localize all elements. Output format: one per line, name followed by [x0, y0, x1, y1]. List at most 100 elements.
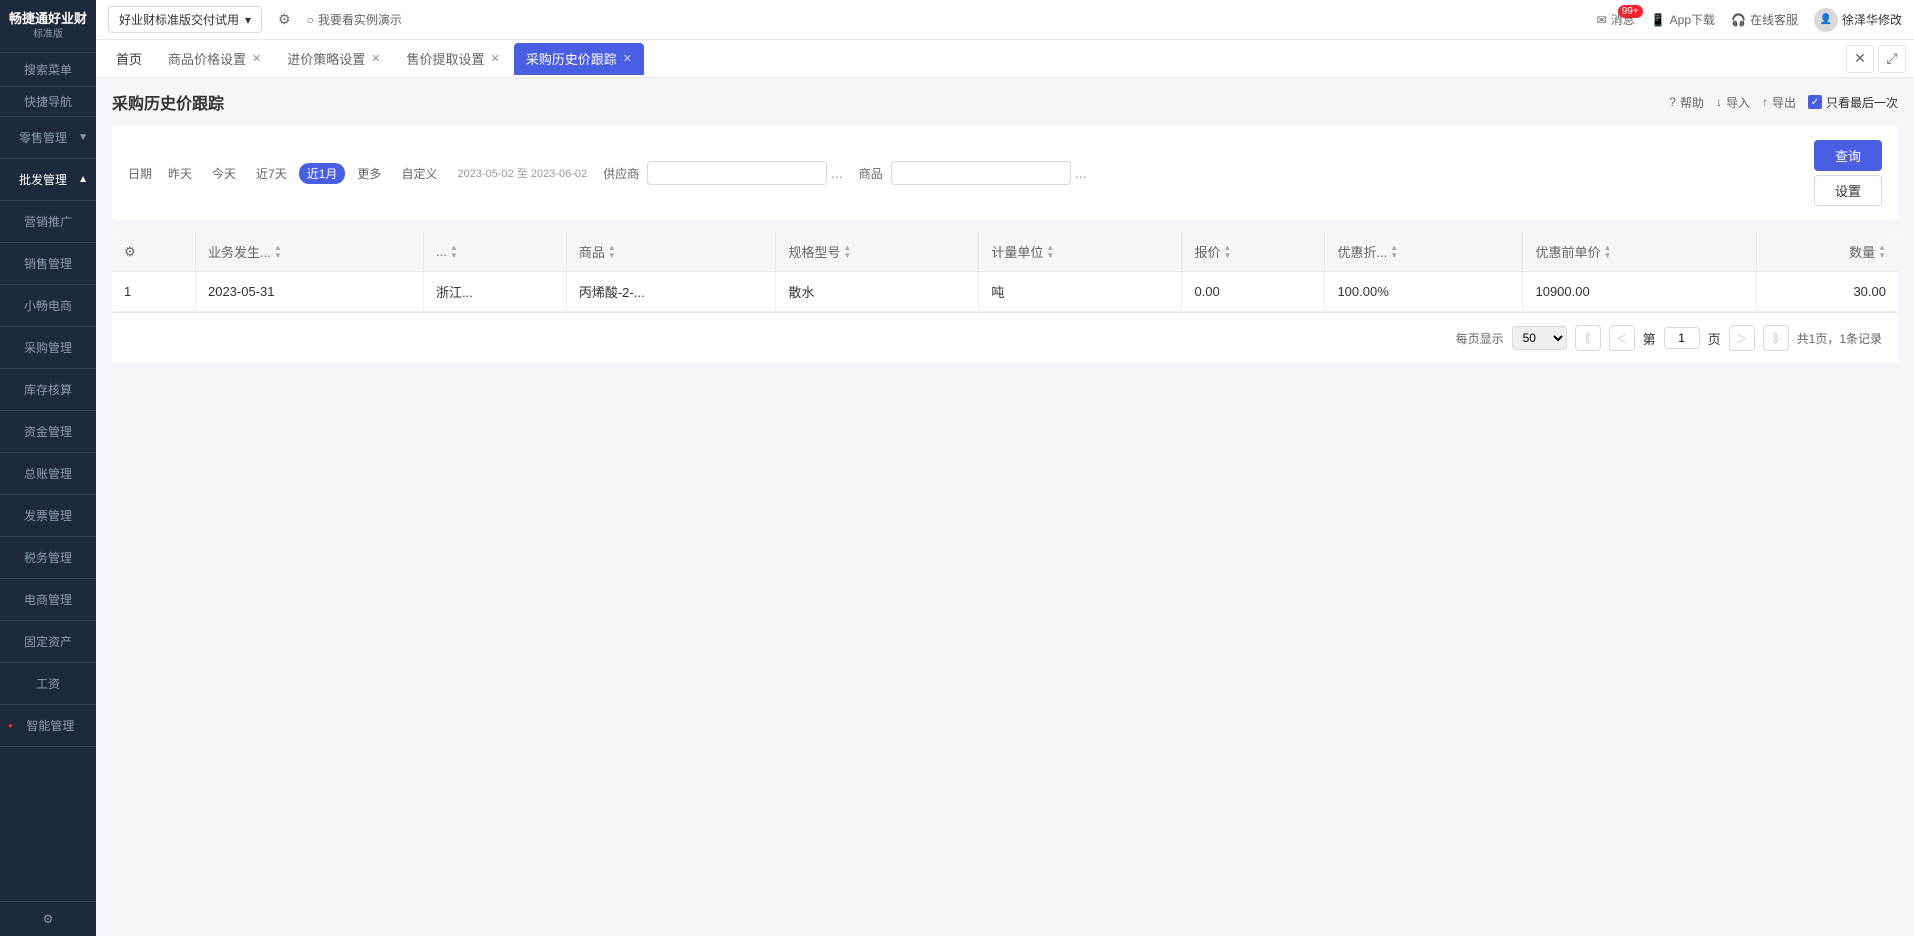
tab-close-icon[interactable]: ✕	[491, 52, 500, 65]
tab-close-icon[interactable]: ✕	[371, 52, 380, 65]
col-discount-sort[interactable]: 优惠折... ▲▼	[1337, 242, 1398, 261]
sort-arrows-icon: ▲▼	[450, 244, 458, 260]
product-dots[interactable]: ...	[1075, 165, 1087, 181]
message-btn[interactable]: ✉ 消息 99+	[1597, 11, 1635, 28]
col-date: 业务发生... ▲▼	[195, 232, 423, 272]
sidebar-item-finance[interactable]: 资金管理	[0, 411, 96, 453]
settings-btn[interactable]: 设置	[1814, 175, 1882, 206]
tab-home[interactable]: 首页	[104, 43, 154, 75]
sidebar-item-ledger[interactable]: 总账管理	[0, 453, 96, 495]
sidebar-item-tax[interactable]: 税务管理	[0, 537, 96, 579]
sort-arrows-icon: ▲▼	[274, 244, 282, 260]
page-label: 第	[1643, 329, 1656, 348]
sort-arrows-icon: ▲▼	[1046, 244, 1054, 260]
sidebar-item-retail[interactable]: 零售管理 ▼	[0, 117, 96, 159]
col-more-sort[interactable]: ... ▲▼	[436, 244, 458, 260]
sidebar-item-payroll[interactable]: 工资	[0, 663, 96, 705]
date-opt-1month[interactable]: 近1月	[299, 163, 346, 184]
user-info[interactable]: 👤 徐泽华修改	[1814, 8, 1902, 32]
tab-sale-price-extract-label: 售价提取设置	[406, 49, 484, 68]
sidebar-item-fixed-assets[interactable]: 固定资产	[0, 621, 96, 663]
page-last-btn[interactable]: ⟫	[1763, 325, 1789, 351]
demo-icon: ○	[307, 13, 314, 27]
sidebar-item-ecommerce-small[interactable]: 小畅电商	[0, 285, 96, 327]
tab-purchase-history-label: 采购历史价跟踪	[526, 49, 617, 68]
demo-button[interactable]: ○ 我要看实例演示	[307, 11, 402, 28]
supplier-dots[interactable]: ...	[831, 165, 843, 181]
date-filter-group: 日期 昨天 今天 近7天 近1月 更多 自定义 2023-05-02 至 202…	[128, 163, 587, 184]
supplier-input[interactable]	[647, 161, 827, 185]
user-name: 徐泽华修改	[1842, 11, 1902, 28]
only-last-checkbox[interactable]: ✓ 只看最后一次	[1808, 94, 1898, 111]
per-page-select[interactable]: 50 100 200	[1512, 326, 1567, 350]
version-selector[interactable]: 好业财标准版交付试用 ▾	[108, 6, 262, 33]
online-service-btn[interactable]: 🎧 在线客服	[1731, 11, 1798, 28]
close-tab-btn[interactable]: ✕	[1846, 45, 1874, 73]
date-opt-more[interactable]: 更多	[349, 163, 389, 184]
col-date-sort[interactable]: 业务发生... ▲▼	[208, 242, 282, 261]
cell-date: 2023-05-31	[195, 272, 423, 312]
tabs-bar: 首页 商品价格设置 ✕ 进价策略设置 ✕ 售价提取设置 ✕ 采购历史价跟踪 ✕ …	[96, 40, 1914, 78]
col-spec-sort[interactable]: 规格型号 ▲▼	[788, 242, 851, 261]
filter-row: 日期 昨天 今天 近7天 近1月 更多 自定义 2023-05-02 至 202…	[128, 140, 1882, 206]
page-first-btn[interactable]: ⟪	[1575, 325, 1601, 351]
import-btn[interactable]: ↓ 导入	[1716, 94, 1750, 111]
sort-arrows-icon: ▲▼	[1878, 244, 1886, 260]
supplier-filter-group: 供应商 ...	[603, 161, 843, 185]
tab-sale-price-extract[interactable]: 售价提取设置 ✕	[394, 43, 511, 75]
topbar-left: 好业财标准版交付试用 ▾ ⚙ ○ 我要看实例演示	[108, 6, 402, 33]
sidebar-item-purchase[interactable]: 采购管理	[0, 327, 96, 369]
date-opt-7days[interactable]: 近7天	[248, 163, 295, 184]
sidebar-item-inventory[interactable]: 库存核算	[0, 369, 96, 411]
tab-purchase-price-strategy-label: 进价策略设置	[287, 49, 365, 68]
help-btn[interactable]: ? 帮助	[1669, 94, 1704, 111]
sidebar-item-ecommerce[interactable]: 电商管理	[0, 579, 96, 621]
page-prev-btn[interactable]: ＜	[1609, 325, 1635, 351]
chevron-up-icon: ▲	[78, 174, 88, 185]
date-opt-custom[interactable]: 自定义	[393, 163, 445, 184]
sidebar-item-marketing[interactable]: 营销推广	[0, 201, 96, 243]
topbar: 好业财标准版交付试用 ▾ ⚙ ○ 我要看实例演示 ✉ 消息 99+ 📱 App下…	[96, 0, 1914, 40]
app-download-btn[interactable]: 📱 App下载	[1651, 11, 1715, 28]
sidebar-item-wholesale[interactable]: 批发管理 ▲	[0, 159, 96, 201]
date-options: 昨天 今天 近7天 近1月 更多 自定义	[160, 163, 445, 184]
sidebar-quick-nav[interactable]: 快捷导航	[0, 87, 96, 117]
headset-icon: 🎧	[1731, 13, 1746, 27]
col-unit-sort[interactable]: 计量单位 ▲▼	[991, 242, 1054, 261]
date-opt-today[interactable]: 今天	[204, 163, 244, 184]
query-btn[interactable]: 查询	[1814, 140, 1882, 171]
sidebar-item-intelligent[interactable]: ● 智能管理	[0, 705, 96, 747]
tab-close-icon[interactable]: ✕	[623, 52, 632, 65]
sidebar: 畅捷通好业财 标准版 搜索菜单 快捷导航 零售管理 ▼ 批发管理 ▲ 营销推广 …	[0, 0, 96, 936]
message-badge: 99+	[1618, 5, 1643, 18]
data-table: ⚙ 业务发生... ▲▼ ... ▲▼	[112, 232, 1898, 312]
sidebar-settings-btn[interactable]: ⚙	[0, 901, 96, 936]
col-pre-discount: 优惠前单价 ▲▼	[1523, 232, 1756, 272]
date-opt-yesterday[interactable]: 昨天	[160, 163, 200, 184]
page-input[interactable]	[1664, 327, 1700, 349]
tab-product-price[interactable]: 商品价格设置 ✕	[156, 43, 273, 75]
col-quantity-sort[interactable]: 数量 ▲▼	[1849, 242, 1886, 261]
tabs-controls: ✕ ⤢	[1846, 45, 1906, 73]
sidebar-item-invoice[interactable]: 发票管理	[0, 495, 96, 537]
col-product-sort[interactable]: 商品 ▲▼	[579, 242, 616, 261]
maximize-tab-btn[interactable]: ⤢	[1878, 45, 1906, 73]
sidebar-search[interactable]: 搜索菜单	[0, 53, 96, 87]
topbar-settings-btn[interactable]: ⚙	[270, 7, 299, 32]
col-pre-discount-sort[interactable]: 优惠前单价 ▲▼	[1535, 242, 1611, 261]
cell-product: 丙烯酸-2-...	[566, 272, 776, 312]
sort-arrows-icon: ▲▼	[1604, 244, 1612, 260]
supplier-label: 供应商	[603, 165, 639, 182]
col-price-sort[interactable]: 报价 ▲▼	[1194, 242, 1231, 261]
tab-close-icon[interactable]: ✕	[252, 52, 261, 65]
download-icon: 📱	[1651, 13, 1666, 27]
sidebar-item-sales[interactable]: 销售管理	[0, 243, 96, 285]
product-input[interactable]	[891, 161, 1071, 185]
tab-purchase-price-strategy[interactable]: 进价策略设置 ✕	[275, 43, 392, 75]
table-header-row: ⚙ 业务发生... ▲▼ ... ▲▼	[112, 232, 1898, 272]
tab-purchase-history[interactable]: 采购历史价跟踪 ✕	[514, 43, 644, 75]
export-btn[interactable]: ↑ 导出	[1762, 94, 1796, 111]
app-sub: 标准版	[8, 28, 88, 42]
page-next-btn[interactable]: ＞	[1729, 325, 1755, 351]
col-settings[interactable]: ⚙	[112, 232, 195, 272]
